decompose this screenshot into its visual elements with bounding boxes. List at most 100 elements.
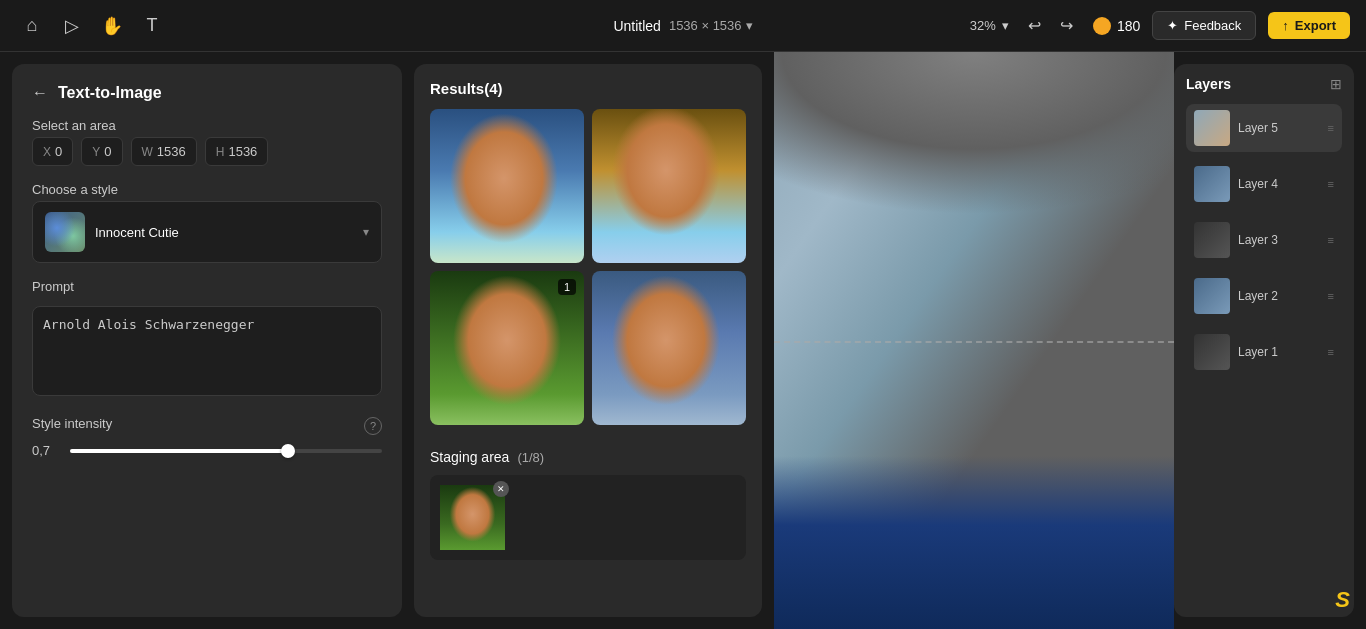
slider-value: 0,7	[32, 443, 60, 458]
feedback-icon: ✦	[1167, 18, 1178, 33]
layer-3-visibility-icon[interactable]: ≡	[1328, 234, 1334, 246]
coord-y[interactable]: Y 0	[81, 137, 122, 166]
staging-count: (1/8)	[517, 450, 544, 465]
dashed-border	[774, 341, 1174, 343]
select-area-label: Select an area	[32, 118, 382, 133]
prompt-label: Prompt	[32, 279, 382, 294]
panel-header: ← Text-to-Image	[32, 84, 382, 102]
style-intensity-label: Style intensity	[32, 416, 112, 431]
export-icon: ↑	[1282, 18, 1289, 33]
text-icon[interactable]: T	[136, 10, 168, 42]
layer-2-label: Layer 2	[1238, 289, 1320, 303]
result-image-2[interactable]	[592, 109, 746, 263]
result-img-content-4	[592, 271, 746, 425]
coord-h[interactable]: H 1536	[205, 137, 269, 166]
home-icon[interactable]: ⌂	[16, 10, 48, 42]
face-suit	[774, 456, 1174, 629]
redo-button[interactable]: ↪	[1053, 12, 1081, 40]
staging-section: Staging area (1/8) ✕	[430, 449, 746, 560]
export-button[interactable]: ↑ Export	[1268, 12, 1350, 39]
help-icon[interactable]: ?	[364, 417, 382, 435]
staging-thumbnail[interactable]: ✕	[440, 485, 505, 550]
document-size[interactable]: 1536 × 1536 ▾	[669, 18, 753, 33]
coord-w[interactable]: W 1536	[131, 137, 197, 166]
layer-5-label: Layer 5	[1238, 121, 1320, 135]
result-img-content-2	[592, 109, 746, 263]
center-panel: Results(4) 1	[402, 52, 774, 629]
layer-5-thumbnail	[1194, 110, 1230, 146]
prompt-textarea[interactable]: Arnold Alois Schwarzenegger	[32, 306, 382, 396]
result-image-4[interactable]	[592, 271, 746, 425]
prompt-section: Prompt Arnold Alois Schwarzenegger	[32, 279, 382, 400]
layer-item-2[interactable]: Layer 2 ≡	[1186, 272, 1342, 320]
panel-title: Text-to-Image	[58, 84, 162, 102]
chevron-down-icon: ▾	[363, 225, 369, 239]
layer-1-visibility-icon[interactable]: ≡	[1328, 346, 1334, 358]
left-panel: ← Text-to-Image Select an area X 0 Y 0 W…	[12, 64, 402, 617]
tool-group: ⌂ ▷ ✋ T	[16, 10, 168, 42]
right-panel: Layers ⊞ Layer 5 ≡ Layer 4 ≡ Layer 3 ≡ L…	[1174, 64, 1354, 617]
layer-item-3[interactable]: Layer 3 ≡	[1186, 216, 1342, 264]
layer-item-1[interactable]: Layer 1 ≡	[1186, 328, 1342, 376]
staging-area: ✕	[430, 475, 746, 560]
results-title: Results(4)	[430, 80, 746, 97]
slider-row: 0,7	[32, 443, 382, 458]
layer-5-visibility-icon[interactable]: ≡	[1328, 122, 1334, 134]
style-intensity-section: Style intensity ? 0,7	[32, 416, 382, 458]
style-thumb-inner	[45, 212, 85, 252]
undo-button[interactable]: ↩	[1021, 12, 1049, 40]
layer-item-5[interactable]: Layer 5 ≡	[1186, 104, 1342, 152]
layers-title: Layers	[1186, 76, 1231, 92]
layers-settings-icon[interactable]: ⊞	[1330, 76, 1342, 92]
layer-1-label: Layer 1	[1238, 345, 1320, 359]
layer-2-visibility-icon[interactable]: ≡	[1328, 290, 1334, 302]
result-badge: 1	[558, 279, 576, 295]
result-image-3[interactable]: 1	[430, 271, 584, 425]
select-icon[interactable]: ▷	[56, 10, 88, 42]
staging-title: Staging area (1/8)	[430, 449, 746, 465]
slider-thumb[interactable]	[281, 444, 295, 458]
zoom-control[interactable]: 32% ▾	[970, 18, 1009, 33]
result-image-1[interactable]	[430, 109, 584, 263]
coins-display: 180	[1093, 17, 1140, 35]
layer-4-visibility-icon[interactable]: ≡	[1328, 178, 1334, 190]
layer-1-thumbnail	[1194, 334, 1230, 370]
canvas-area	[774, 52, 1174, 629]
canvas-background[interactable]	[774, 52, 1174, 629]
topbar: ⌂ ▷ ✋ T Untitled 1536 × 1536 ▾ 32% ▾ ↩ ↪…	[0, 0, 1366, 52]
main-area: ← Text-to-Image Select an area X 0 Y 0 W…	[0, 52, 1366, 629]
layer-4-thumbnail	[1194, 166, 1230, 202]
coin-icon	[1093, 17, 1111, 35]
feedback-button[interactable]: ✦ Feedback	[1152, 11, 1256, 40]
style-dropdown[interactable]: Innocent Cutie ▾	[32, 201, 382, 263]
face-hair	[774, 52, 1174, 254]
layer-3-label: Layer 3	[1238, 233, 1320, 247]
layer-3-thumbnail	[1194, 222, 1230, 258]
back-button[interactable]: ←	[32, 84, 48, 102]
style-thumbnail	[45, 212, 85, 252]
coord-row: X 0 Y 0 W 1536 H 1536	[32, 137, 382, 166]
slider-track[interactable]	[70, 449, 382, 453]
result-img-content-3: 1	[430, 271, 584, 425]
undo-redo-group: ↩ ↪	[1021, 12, 1081, 40]
style-name: Innocent Cutie	[95, 225, 353, 240]
layers-header: Layers ⊞	[1186, 76, 1342, 92]
choose-style-section: Choose a style Innocent Cutie ▾	[32, 182, 382, 263]
coin-count: 180	[1117, 18, 1140, 34]
brand-logo: S	[1335, 587, 1350, 613]
coord-x[interactable]: X 0	[32, 137, 73, 166]
hand-icon[interactable]: ✋	[96, 10, 128, 42]
results-grid: 1	[430, 109, 746, 425]
layer-item-4[interactable]: Layer 4 ≡	[1186, 160, 1342, 208]
results-section: Results(4) 1	[414, 64, 762, 617]
choose-style-label: Choose a style	[32, 182, 382, 197]
staging-remove-button[interactable]: ✕	[493, 481, 509, 497]
style-intensity-header: Style intensity ?	[32, 416, 382, 435]
layer-4-label: Layer 4	[1238, 177, 1320, 191]
document-title: Untitled	[613, 18, 660, 34]
slider-fill	[70, 449, 288, 453]
layer-2-thumbnail	[1194, 278, 1230, 314]
select-area-section: Select an area X 0 Y 0 W 1536 H 1536	[32, 118, 382, 166]
result-img-content-1	[430, 109, 584, 263]
document-info: Untitled 1536 × 1536 ▾	[613, 18, 752, 34]
